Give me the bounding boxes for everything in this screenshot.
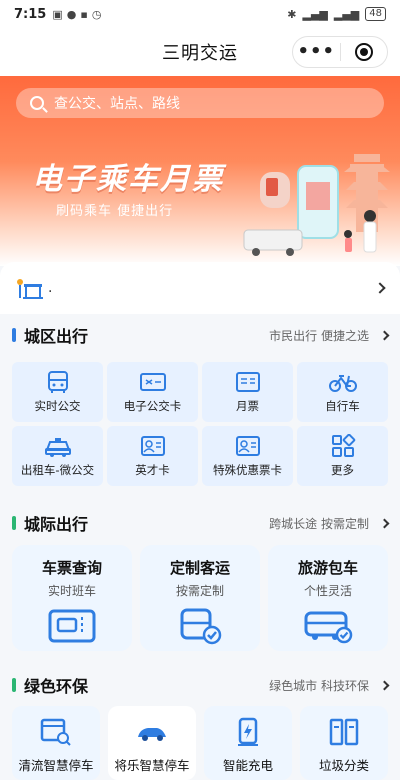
tile-discount-card[interactable]: 特殊优惠票卡 [202, 426, 293, 486]
section-accent [12, 328, 16, 342]
city-travel-header: 城区出行 市民出行 便捷之选 [0, 320, 400, 350]
page-title: 三明交运 [162, 43, 238, 64]
custom-bus-icon [180, 608, 222, 645]
charter-bus-icon [304, 611, 353, 644]
status-bar: 7:15 ▣ ● ▪ ◷ ✱ ▂▄▆ ▂▄▆ 48 [0, 0, 400, 28]
tile-subtitle: 个性灵活 [303, 584, 352, 598]
tile-taxi[interactable]: 出租车-微公交 [12, 426, 103, 486]
section-more-link[interactable]: 市民出行 便捷之选 [269, 327, 390, 344]
chevron-right-icon [379, 330, 390, 340]
tile-label: 垃圾分类 [318, 758, 369, 773]
target-icon [354, 43, 373, 61]
more-menu-button[interactable]: ••• [293, 37, 340, 67]
more-grid-icon [331, 434, 355, 457]
signal-icon: ▂▄▆ [302, 7, 328, 21]
section-accent [12, 516, 16, 530]
section-more-link[interactable]: 跨城长途 按需定制 [269, 515, 390, 532]
bus-stop-icon [17, 279, 43, 299]
bicycle-icon [328, 375, 357, 392]
tile-label: 特殊优惠票卡 [213, 463, 282, 477]
tile-label: 英才卡 [135, 463, 170, 477]
signal-2-icon: ▂▄▆ [333, 7, 360, 21]
ticket-query-icon [48, 609, 96, 643]
chevron-right-icon [379, 518, 390, 528]
miniprogram-capsule: ••• [292, 36, 388, 68]
tile-smart-charging[interactable]: 智能充电 [204, 706, 292, 780]
section-title: 城际出行 [24, 515, 89, 534]
tile-monthly-ticket[interactable]: 月票 [202, 362, 293, 422]
tile-label: 实时公交 [34, 399, 81, 413]
city-travel-grid: 实时公交 电子公交卡 月票 自行车 出租车-微公交 英才卡 特殊优惠票卡 更多 [12, 362, 388, 486]
tile-title: 定制客运 [169, 559, 230, 577]
notification-icons: ▣ ● ▪ ◷ [52, 8, 101, 21]
section-more-text: 跨城长途 按需定制 [269, 516, 369, 531]
chevron-right-icon [379, 680, 390, 690]
chat-icon: ● [66, 7, 77, 21]
search-placeholder: 查公交、站点、路线 [54, 96, 180, 112]
chevron-right-icon[interactable] [374, 282, 386, 294]
banner-title: 电子乘车月票 [32, 162, 224, 197]
system-icons: ✱ ▂▄▆ ▂▄▆ 48 [287, 7, 386, 21]
car-icon [138, 728, 166, 741]
tile-subtitle: 实时班车 [47, 584, 96, 598]
banner-illustration [243, 154, 390, 256]
parking-icon [40, 718, 71, 746]
tile-title: 旅游包车 [297, 559, 358, 577]
tile-more[interactable]: 更多 [297, 426, 388, 486]
tile-title: 车票查询 [41, 559, 102, 577]
image-icon: ▪ [80, 7, 88, 21]
bus-icon [47, 371, 68, 393]
talent-card-icon [140, 436, 165, 456]
tile-trash-sorting[interactable]: 垃圾分类 [300, 706, 388, 780]
section-more-text: 市民出行 便捷之选 [269, 328, 369, 343]
tile-charter-bus[interactable]: 旅游包车 个性灵活 [268, 545, 388, 651]
tile-custom-bus[interactable]: 定制客运 按需定制 [140, 545, 260, 651]
tile-qingliu-parking[interactable]: 清流智慧停车 [12, 706, 100, 780]
section-title: 绿色环保 [24, 677, 89, 696]
intercity-grid: 车票查询 实时班车 定制客运 按需定制 旅游包车 个性灵活 [12, 545, 388, 651]
tile-label: 出租车-微公交 [20, 463, 95, 477]
banner-subtitle: 刷码乘车 便捷出行 [56, 204, 174, 219]
alarm-icon: ◷ [91, 7, 102, 21]
search-bar[interactable]: 查公交、站点、路线 [16, 88, 384, 118]
charging-icon [238, 717, 258, 746]
notice-bar[interactable]: . [0, 262, 400, 314]
trash-sorting-icon [329, 718, 359, 746]
notice-text: . [48, 280, 53, 296]
tile-label: 电子公交卡 [123, 399, 182, 413]
section-accent [12, 678, 16, 692]
taxi-icon [44, 438, 71, 457]
hero-banner[interactable]: 查公交、站点、路线 电子乘车月票 刷码乘车 便捷出行 [0, 76, 400, 266]
more-dots-icon: ••• [297, 41, 335, 62]
section-more-link[interactable]: 绿色城市 科技环保 [269, 677, 390, 694]
photo-icon: ▣ [52, 7, 63, 21]
tile-label: 月票 [236, 399, 259, 413]
tile-label: 将乐智慧停车 [114, 758, 190, 773]
section-title: 城区出行 [24, 327, 89, 346]
tile-bus-card[interactable]: 电子公交卡 [107, 362, 198, 422]
battery-icon: 48 [365, 7, 386, 21]
status-time: 7:15 [14, 6, 47, 22]
bluetooth-icon: ✱ [287, 7, 297, 21]
intercity-header: 城际出行 跨城长途 按需定制 [0, 508, 400, 538]
tile-label: 智能充电 [222, 758, 273, 773]
tile-talent-card[interactable]: 英才卡 [107, 426, 198, 486]
monthly-ticket-icon [235, 372, 260, 392]
tile-jiangle-parking[interactable]: 将乐智慧停车 [108, 706, 196, 780]
search-icon [30, 96, 44, 110]
section-more-text: 绿色城市 科技环保 [269, 678, 369, 693]
tile-realtime-bus[interactable]: 实时公交 [12, 362, 103, 422]
green-grid: 清流智慧停车 将乐智慧停车 智能充电 垃圾分类 [12, 706, 388, 780]
close-miniprogram-button[interactable] [341, 37, 388, 67]
tile-label: 清流智慧停车 [18, 758, 94, 773]
tile-subtitle: 按需定制 [175, 584, 224, 598]
tile-bicycle[interactable]: 自行车 [297, 362, 388, 422]
tile-ticket-query[interactable]: 车票查询 实时班车 [12, 545, 132, 651]
title-bar: 三明交运 ••• [0, 28, 400, 76]
tile-label: 自行车 [325, 399, 360, 413]
tile-label: 更多 [331, 463, 354, 477]
bus-card-icon [139, 373, 166, 391]
discount-card-icon [235, 436, 260, 456]
green-header: 绿色环保 绿色城市 科技环保 [0, 670, 400, 700]
